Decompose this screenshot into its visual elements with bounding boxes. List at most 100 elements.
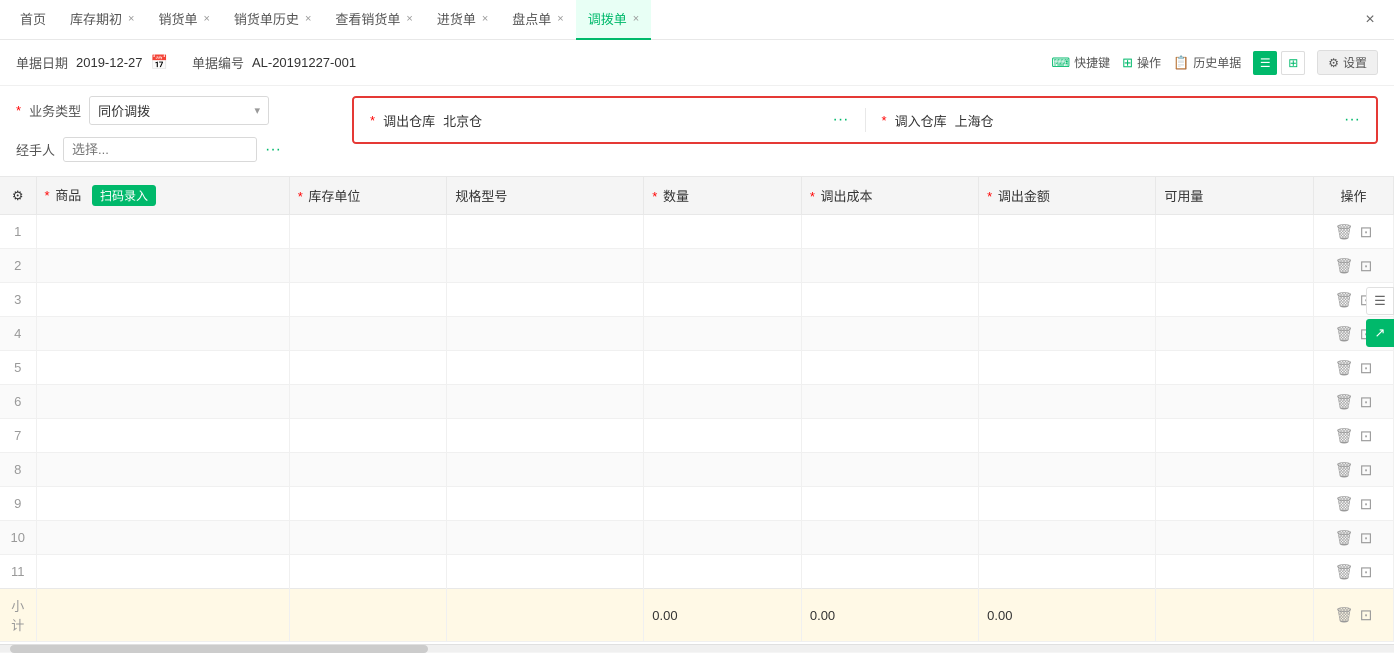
- quantity-cell[interactable]: [644, 249, 802, 283]
- quantity-cell[interactable]: [644, 385, 802, 419]
- tab-close-purchase-order[interactable]: ×: [482, 13, 488, 25]
- product-cell[interactable]: [36, 385, 289, 419]
- copy-row-button[interactable]: ⊡: [1360, 461, 1373, 479]
- available-cell[interactable]: [1156, 521, 1314, 555]
- transfer-amount-cell[interactable]: [979, 453, 1156, 487]
- spec-cell[interactable]: [447, 521, 644, 555]
- transfer-amount-cell[interactable]: [979, 555, 1156, 589]
- delete-row-button[interactable]: 🗑: [1335, 427, 1354, 445]
- transfer-cost-cell[interactable]: [801, 555, 978, 589]
- available-cell[interactable]: [1156, 215, 1314, 249]
- transfer-amount-cell[interactable]: [979, 385, 1156, 419]
- product-cell[interactable]: [36, 351, 289, 385]
- tab-close-inventory-init[interactable]: ×: [128, 13, 134, 25]
- product-cell[interactable]: [36, 521, 289, 555]
- scan-input-button[interactable]: 扫码录入: [92, 185, 156, 206]
- tab-close-transfer-order[interactable]: ×: [633, 13, 639, 25]
- tab-purchase-order[interactable]: 进货单 ×: [425, 0, 500, 40]
- tab-close-stock-check[interactable]: ×: [557, 13, 563, 25]
- product-cell[interactable]: [36, 419, 289, 453]
- transfer-amount-cell[interactable]: [979, 215, 1156, 249]
- available-cell[interactable]: [1156, 351, 1314, 385]
- tab-close-view-sales[interactable]: ×: [406, 13, 412, 25]
- quantity-cell[interactable]: [644, 317, 802, 351]
- copy-row-button[interactable]: ⊡: [1360, 393, 1373, 411]
- transfer-amount-cell[interactable]: [979, 317, 1156, 351]
- spec-cell[interactable]: [447, 283, 644, 317]
- quantity-cell[interactable]: [644, 521, 802, 555]
- product-cell[interactable]: [36, 215, 289, 249]
- product-cell[interactable]: [36, 283, 289, 317]
- copy-row-button[interactable]: ⊡: [1360, 223, 1373, 241]
- quantity-cell[interactable]: [644, 453, 802, 487]
- transfer-amount-cell[interactable]: [979, 521, 1156, 555]
- transfer-cost-cell[interactable]: [801, 215, 978, 249]
- delete-row-button[interactable]: 🗑: [1335, 291, 1354, 309]
- spec-cell[interactable]: [447, 487, 644, 521]
- spec-cell[interactable]: [447, 555, 644, 589]
- quantity-cell[interactable]: [644, 215, 802, 249]
- quantity-cell[interactable]: [644, 419, 802, 453]
- quantity-cell[interactable]: [644, 555, 802, 589]
- unit-cell[interactable]: [289, 521, 447, 555]
- operations-action[interactable]: ⊞ 操作: [1122, 54, 1161, 71]
- delete-row-button[interactable]: 🗑: [1335, 223, 1354, 241]
- available-cell[interactable]: [1156, 555, 1314, 589]
- tab-close-sales-order[interactable]: ×: [203, 13, 209, 25]
- delete-row-button[interactable]: 🗑: [1335, 495, 1354, 513]
- unit-cell[interactable]: [289, 453, 447, 487]
- transfer-in-more-button[interactable]: ···: [1344, 111, 1360, 129]
- quantity-cell[interactable]: [644, 487, 802, 521]
- unit-cell[interactable]: [289, 419, 447, 453]
- copy-row-button[interactable]: ⊡: [1360, 495, 1373, 513]
- quantity-cell[interactable]: [644, 283, 802, 317]
- delete-row-button[interactable]: 🗑: [1335, 325, 1354, 343]
- unit-cell[interactable]: [289, 317, 447, 351]
- product-cell[interactable]: [36, 249, 289, 283]
- delete-row-button[interactable]: 🗑: [1335, 563, 1354, 581]
- spec-cell[interactable]: [447, 453, 644, 487]
- spec-cell[interactable]: [447, 419, 644, 453]
- quantity-cell[interactable]: [644, 351, 802, 385]
- tab-home[interactable]: 首页: [8, 0, 58, 40]
- tab-close-sales-history[interactable]: ×: [305, 13, 311, 25]
- transfer-cost-cell[interactable]: [801, 317, 978, 351]
- available-cell[interactable]: [1156, 283, 1314, 317]
- available-cell[interactable]: [1156, 487, 1314, 521]
- transfer-amount-cell[interactable]: [979, 487, 1156, 521]
- tab-sales-order[interactable]: 销货单 ×: [146, 0, 221, 40]
- transfer-amount-cell[interactable]: [979, 283, 1156, 317]
- tab-sales-history[interactable]: 销货单历史 ×: [222, 0, 323, 40]
- unit-cell[interactable]: [289, 385, 447, 419]
- transfer-amount-cell[interactable]: [979, 419, 1156, 453]
- delete-row-button[interactable]: 🗑: [1335, 529, 1354, 547]
- tab-transfer-order[interactable]: 调拨单 ×: [576, 0, 651, 40]
- transfer-cost-cell[interactable]: [801, 249, 978, 283]
- delete-row-button[interactable]: 🗑: [1335, 393, 1354, 411]
- product-cell[interactable]: [36, 555, 289, 589]
- transfer-cost-cell[interactable]: [801, 419, 978, 453]
- delete-row-button[interactable]: 🗑: [1335, 461, 1354, 479]
- delete-row-button[interactable]: 🗑: [1335, 257, 1354, 275]
- transfer-cost-cell[interactable]: [801, 521, 978, 555]
- sidebar-external-button[interactable]: ↗: [1366, 319, 1394, 347]
- list-view-button[interactable]: ☰: [1253, 51, 1277, 75]
- window-close-button[interactable]: ×: [1354, 4, 1386, 36]
- spec-cell[interactable]: [447, 317, 644, 351]
- available-cell[interactable]: [1156, 317, 1314, 351]
- calendar-icon[interactable]: 📅: [151, 54, 168, 71]
- unit-cell[interactable]: [289, 249, 447, 283]
- business-type-select[interactable]: 同价调拨 ▾: [89, 96, 269, 125]
- spec-cell[interactable]: [447, 249, 644, 283]
- th-gear[interactable]: ⚙: [0, 177, 36, 215]
- product-cell[interactable]: [36, 487, 289, 521]
- operator-input[interactable]: [63, 137, 257, 162]
- available-cell[interactable]: [1156, 249, 1314, 283]
- history-action[interactable]: 📋 历史单据: [1173, 54, 1241, 71]
- available-cell[interactable]: [1156, 453, 1314, 487]
- transfer-amount-cell[interactable]: [979, 249, 1156, 283]
- transfer-cost-cell[interactable]: [801, 385, 978, 419]
- shortcut-key-action[interactable]: ⌨ 快捷键: [1051, 54, 1110, 71]
- copy-row-button[interactable]: ⊡: [1360, 427, 1373, 445]
- transfer-out-more-button[interactable]: ···: [833, 111, 849, 129]
